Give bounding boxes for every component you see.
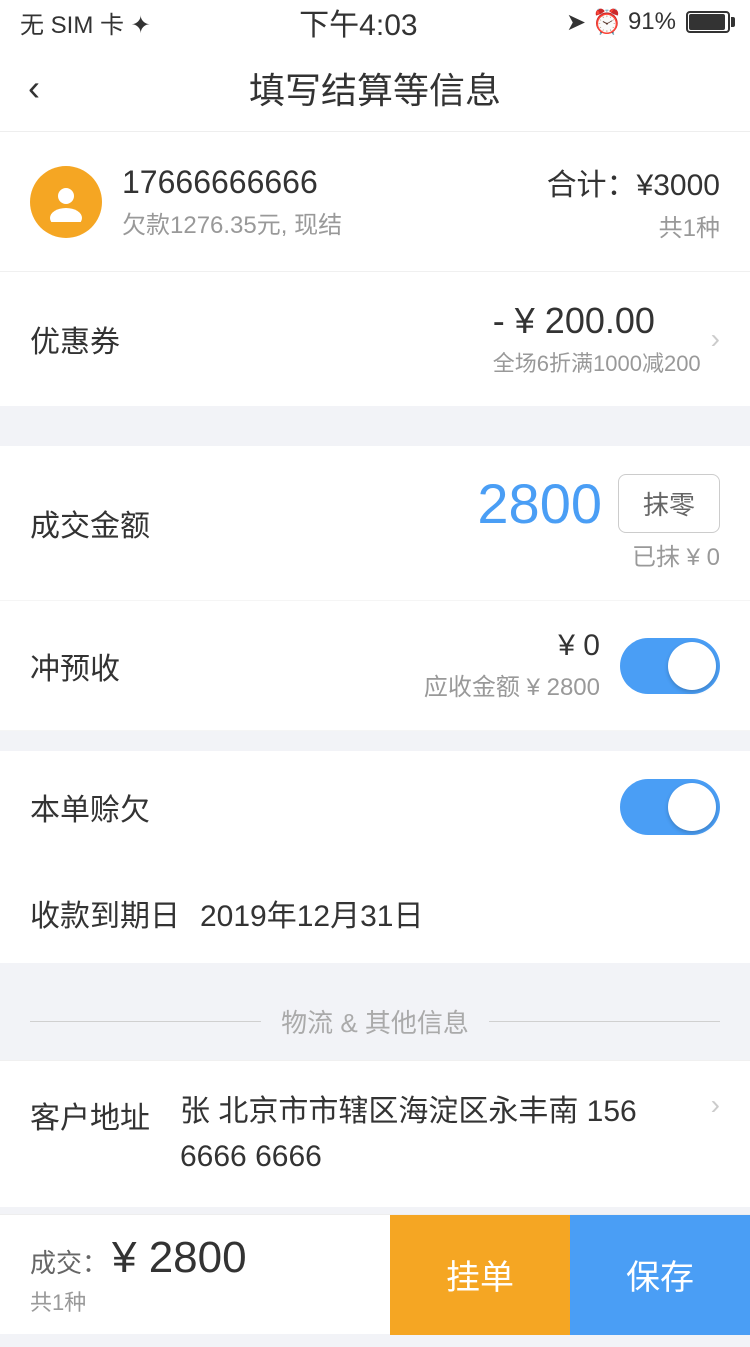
total-count: 共1种 (547, 208, 720, 243)
customer-total: 合计：¥3000 共1种 (547, 160, 720, 243)
coupon-label: 优惠券 (30, 317, 120, 361)
status-right: ➤ ⏰ 91% (566, 8, 730, 37)
prepay-label: 冲预收 (30, 644, 120, 688)
clock-icon: ⏰ (592, 8, 622, 37)
prepay-toggle[interactable] (620, 638, 720, 694)
coupon-discount: - ¥ 200.00 (493, 300, 701, 342)
bottom-bar: 成交： ¥ 2800 共1种 挂单 保存 (0, 1214, 750, 1334)
bottom-deal-amount: ¥ 2800 (112, 1233, 247, 1283)
status-left: 无 SIM 卡 ✦ (20, 5, 151, 40)
deal-amount-card: 成交金额 2800 抹零 已抹 ¥ 0 冲预收 ¥ 0 应收金额 ¥ 2800 (0, 446, 750, 731)
page-header: ‹ 填写结算等信息 (0, 44, 750, 132)
coupon-right: - ¥ 200.00 全场6折满1000减200 › (493, 300, 720, 378)
bottom-count: 共1种 (30, 1285, 360, 1317)
bottom-summary: 成交： ¥ 2800 共1种 (0, 1233, 390, 1317)
customer-debt: 欠款1276.35元, 现结 (122, 205, 342, 240)
hang-button[interactable]: 挂单 (390, 1215, 570, 1335)
bottom-deal-row: 成交： ¥ 2800 (30, 1233, 360, 1283)
address-value: 张 北京市市辖区海淀区永丰南 156 6666 6666 (180, 1089, 711, 1179)
address-row[interactable]: 客户地址 张 北京市市辖区海淀区永丰南 156 6666 6666 › (0, 1060, 750, 1207)
battery-percent: 91% (628, 8, 676, 36)
due-date-label: 收款到期日 (30, 891, 180, 935)
status-bar: 无 SIM 卡 ✦ 下午4:03 ➤ ⏰ 91% (0, 0, 750, 44)
bottom-deal-label: 成交： (30, 1243, 108, 1280)
page-title: 填写结算等信息 (249, 62, 501, 114)
deal-amount-row: 成交金额 2800 抹零 已抹 ¥ 0 (0, 446, 750, 601)
coupon-info: - ¥ 200.00 全场6折满1000减200 (493, 300, 701, 378)
debt-label: 本单赊欠 (30, 785, 150, 829)
sim-label: 无 SIM 卡 ✦ (20, 5, 151, 40)
chevron-right-icon: › (711, 323, 720, 355)
customer-row: 17666666666 欠款1276.35元, 现结 合计：¥3000 共1种 (0, 132, 750, 271)
logistics-text: 物流 & 其他信息 (281, 1003, 469, 1040)
deal-amount-value-row: 2800 抹零 (477, 474, 720, 533)
save-button[interactable]: 保存 (570, 1215, 750, 1335)
coupon-desc: 全场6折满1000减200 (493, 346, 701, 378)
prepay-amount: ¥ 0 (424, 629, 600, 663)
address-label: 客户地址 (30, 1089, 150, 1137)
customer-info: 17666666666 欠款1276.35元, 现结 (122, 164, 342, 240)
prepay-row: 冲预收 ¥ 0 应收金额 ¥ 2800 (0, 601, 750, 731)
toggle-knob (668, 642, 716, 690)
location-icon: ➤ (566, 8, 586, 37)
customer-left: 17666666666 欠款1276.35元, 现结 (30, 164, 342, 240)
round-zero-button[interactable]: 抹零 (618, 474, 720, 533)
logistics-line-left (30, 1021, 261, 1022)
prepay-right: ¥ 0 应收金额 ¥ 2800 (424, 629, 720, 702)
deal-amount-value: 2800 (477, 476, 602, 532)
deal-amount-right: 2800 抹零 已抹 ¥ 0 (477, 474, 720, 572)
customer-card: 17666666666 欠款1276.35元, 现结 合计：¥3000 共1种 … (0, 132, 750, 406)
avatar (30, 166, 102, 238)
amount-erased: 已抹 ¥ 0 (477, 537, 720, 572)
main-content: 17666666666 欠款1276.35元, 现结 合计：¥3000 共1种 … (0, 132, 750, 1347)
logistics-divider: 物流 & 其他信息 (0, 983, 750, 1060)
debt-card: 本单赊欠 收款到期日 2019年12月31日 (0, 751, 750, 963)
back-button[interactable]: ‹ (28, 67, 40, 109)
customer-phone: 17666666666 (122, 164, 342, 201)
deal-amount-label: 成交金额 (30, 501, 150, 545)
due-date-row: 收款到期日 2019年12月31日 (0, 863, 750, 963)
status-time: 下午4:03 (299, 0, 417, 44)
section-divider-1 (0, 426, 750, 446)
total-amount: 合计：¥3000 (547, 160, 720, 204)
section-divider-3 (0, 963, 750, 983)
address-chevron-icon: › (711, 1089, 720, 1121)
battery-icon (686, 11, 730, 33)
prepay-amount-info: ¥ 0 应收金额 ¥ 2800 (424, 629, 600, 702)
debt-row: 本单赊欠 (0, 751, 750, 863)
coupon-row[interactable]: 优惠券 - ¥ 200.00 全场6折满1000减200 › (0, 271, 750, 406)
logistics-line-right (489, 1021, 720, 1022)
debt-toggle-knob (668, 783, 716, 831)
prepay-receivable: 应收金额 ¥ 2800 (424, 667, 600, 702)
debt-toggle[interactable] (620, 779, 720, 835)
section-divider-2 (0, 731, 750, 751)
due-date-value: 2019年12月31日 (200, 891, 423, 935)
